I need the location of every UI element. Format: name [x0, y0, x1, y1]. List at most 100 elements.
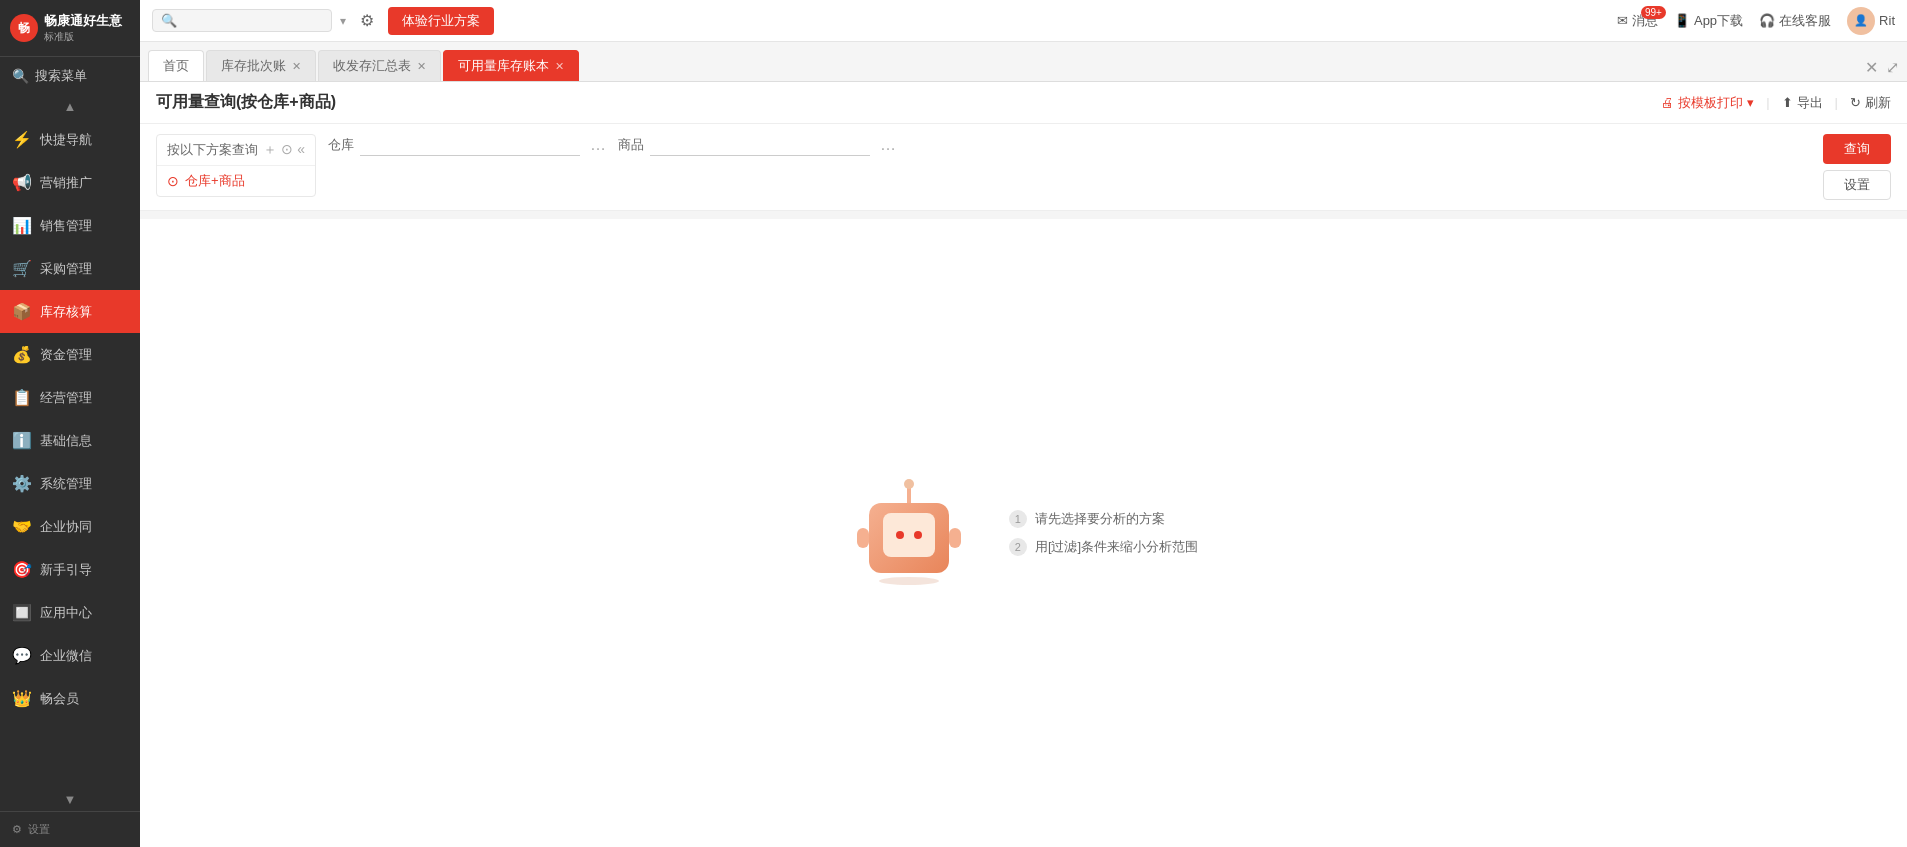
sidebar-scroll-up[interactable]: ▲ — [0, 95, 140, 118]
message-badge: 99+ — [1641, 6, 1666, 19]
refresh-icon: ↻ — [1850, 95, 1861, 110]
template-print-label: 按模板打印 — [1678, 94, 1743, 112]
tab-close-icon[interactable]: ✕ — [292, 60, 301, 73]
sidebar-item-inventory[interactable]: 📦 库存核算 — [0, 290, 140, 333]
sidebar-nav: ⚡ 快捷导航 📢 营销推广 📊 销售管理 🛒 采购管理 📦 库存核算 💰 资金管… — [0, 118, 140, 788]
tab-available-qty[interactable]: 可用量库存账本 ✕ — [443, 50, 579, 81]
tip-num-2: 2 — [1009, 538, 1027, 556]
sidebar-footer[interactable]: ⚙ 设置 — [0, 811, 140, 847]
sidebar-item-guide[interactable]: 🎯 新手引导 — [0, 548, 140, 591]
sidebar-item-system[interactable]: ⚙️ 系统管理 — [0, 462, 140, 505]
scheme-header-label: 按以下方案查询 — [167, 141, 258, 159]
username-label: Rit — [1879, 13, 1895, 28]
sidebar-item-member[interactable]: 👑 畅会员 — [0, 677, 140, 720]
tabs-right-actions: ✕ ⤢ — [1865, 58, 1907, 81]
goods-more-icon[interactable]: … — [880, 136, 896, 154]
sidebar-search[interactable]: 🔍 搜索菜单 — [0, 57, 140, 95]
goods-field-label: 商品 — [618, 136, 644, 154]
sales-icon: 📊 — [12, 216, 32, 235]
user-avatar[interactable]: 👤 Rit — [1847, 7, 1895, 35]
empty-tips: 1 请先选择要分析的方案 2 用[过滤]条件来缩小分析范围 — [1009, 510, 1198, 556]
divider: | — [1835, 95, 1838, 110]
sidebar-item-label: 采购管理 — [40, 260, 92, 278]
page-actions: 🖨 按模板打印 ▾ | ⬆ 导出 | ↻ 刷新 — [1661, 94, 1891, 112]
query-scheme-header: 按以下方案查询 ＋ ⊙ « — [157, 135, 315, 166]
warehouse-more-icon[interactable]: … — [590, 136, 606, 154]
online-service-button[interactable]: 🎧 在线客服 — [1759, 12, 1831, 30]
avatar-text: 👤 — [1854, 14, 1868, 27]
query-fields: 仓库 … 商品 … — [328, 134, 1811, 156]
sidebar-item-finance[interactable]: 💰 资金管理 — [0, 333, 140, 376]
topbar-gear-icon[interactable]: ⚙ — [354, 11, 380, 30]
topbar: 🔍 ▾ ⚙ 体验行业方案 ✉ 消息 99+ 📱 App下载 🎧 在线客服 👤 — [140, 0, 1907, 42]
sidebar-item-label: 营销推广 — [40, 174, 92, 192]
refresh-button[interactable]: ↻ 刷新 — [1850, 94, 1891, 112]
tab-home-label: 首页 — [163, 58, 189, 73]
member-icon: 👑 — [12, 689, 32, 708]
sidebar-item-label: 系统管理 — [40, 475, 92, 493]
sidebar-item-purchase[interactable]: 🛒 采购管理 — [0, 247, 140, 290]
sidebar: 畅 畅康通好生意 标准版 🔍 搜索菜单 ▲ ⚡ 快捷导航 📢 营销推广 📊 销售… — [0, 0, 140, 847]
empty-state: 1 请先选择要分析的方案 2 用[过滤]条件来缩小分析范围 — [140, 219, 1907, 847]
goods-field-group: 商品 … — [618, 134, 896, 156]
scheme-item-warehouse-goods[interactable]: ⊙ 仓库+商品 — [157, 166, 315, 196]
tab-label: 库存批次账 — [221, 57, 286, 75]
wechat-icon: 💬 — [12, 646, 32, 665]
query-button[interactable]: 查询 — [1823, 134, 1891, 164]
warehouse-field-group: 仓库 … — [328, 134, 606, 156]
sidebar-item-label: 畅会员 — [40, 690, 79, 708]
collapse-scheme-button[interactable]: « — [297, 141, 305, 159]
topbar-search-box[interactable]: 🔍 — [152, 9, 332, 32]
export-label: 导出 — [1797, 94, 1823, 112]
tab-batch-account[interactable]: 库存批次账 ✕ — [206, 50, 316, 81]
scheme-actions: ＋ ⊙ « — [263, 141, 305, 159]
tab-close-icon[interactable]: ✕ — [417, 60, 426, 73]
export-button[interactable]: ⬆ 导出 — [1782, 94, 1823, 112]
sidebar-item-sales[interactable]: 📊 销售管理 — [0, 204, 140, 247]
template-print-button[interactable]: 🖨 按模板打印 ▾ — [1661, 94, 1754, 112]
sidebar-footer-label: 设置 — [28, 822, 50, 837]
tab-label: 可用量库存账本 — [458, 57, 549, 75]
online-service-label: 在线客服 — [1779, 12, 1831, 30]
app-download-button[interactable]: 📱 App下载 — [1674, 12, 1743, 30]
tab-home[interactable]: 首页 — [148, 50, 204, 81]
sidebar-item-operations[interactable]: 📋 经营管理 — [0, 376, 140, 419]
app-logo-icon: 畅 — [10, 14, 38, 42]
app-name: 畅康通好生意 — [44, 12, 122, 30]
sidebar-item-wechat[interactable]: 💬 企业微信 — [0, 634, 140, 677]
basic-info-icon: ℹ️ — [12, 431, 32, 450]
dropdown-arrow-icon[interactable]: ▾ — [1747, 95, 1754, 110]
sidebar-item-quick-nav[interactable]: ⚡ 快捷导航 — [0, 118, 140, 161]
add-scheme-button[interactable]: ＋ — [263, 141, 277, 159]
warehouse-input[interactable] — [360, 134, 580, 156]
app-version: 标准版 — [44, 30, 122, 44]
message-button[interactable]: ✉ 消息 99+ — [1617, 12, 1658, 30]
search-dropdown-icon[interactable]: ▾ — [340, 14, 346, 28]
settings-scheme-button[interactable]: ⊙ — [281, 141, 293, 159]
sidebar-item-label: 新手引导 — [40, 561, 92, 579]
sidebar-item-app-center[interactable]: 🔲 应用中心 — [0, 591, 140, 634]
main-area: 🔍 ▾ ⚙ 体验行业方案 ✉ 消息 99+ 📱 App下载 🎧 在线客服 👤 — [140, 0, 1907, 847]
search-icon: 🔍 — [12, 68, 29, 84]
quick-nav-icon: ⚡ — [12, 130, 32, 149]
settings-button[interactable]: 设置 — [1823, 170, 1891, 200]
tab-collect-summary[interactable]: 收发存汇总表 ✕ — [318, 50, 441, 81]
sidebar-scroll-down[interactable]: ▼ — [0, 788, 140, 811]
topbar-search-input[interactable] — [177, 14, 297, 28]
page-header: 可用量查询(按仓库+商品) 🖨 按模板打印 ▾ | ⬆ 导出 | ↻ 刷新 — [140, 82, 1907, 124]
goods-input[interactable] — [650, 134, 870, 156]
operations-icon: 📋 — [12, 388, 32, 407]
close-all-tabs-button[interactable]: ✕ — [1865, 58, 1878, 77]
industry-solution-button[interactable]: 体验行业方案 — [388, 7, 494, 35]
sidebar-item-label: 经营管理 — [40, 389, 92, 407]
sidebar-item-basic-info[interactable]: ℹ️ 基础信息 — [0, 419, 140, 462]
tab-close-icon[interactable]: ✕ — [555, 60, 564, 73]
empty-illustration — [849, 473, 969, 593]
message-icon: ✉ — [1617, 13, 1628, 28]
empty-tip-1: 1 请先选择要分析的方案 — [1009, 510, 1198, 528]
warehouse-field-label: 仓库 — [328, 136, 354, 154]
topbar-right: ✉ 消息 99+ 📱 App下载 🎧 在线客服 👤 Rit — [1617, 7, 1895, 35]
sidebar-item-enterprise[interactable]: 🤝 企业协同 — [0, 505, 140, 548]
sidebar-item-marketing[interactable]: 📢 营销推广 — [0, 161, 140, 204]
expand-tab-button[interactable]: ⤢ — [1886, 58, 1899, 77]
